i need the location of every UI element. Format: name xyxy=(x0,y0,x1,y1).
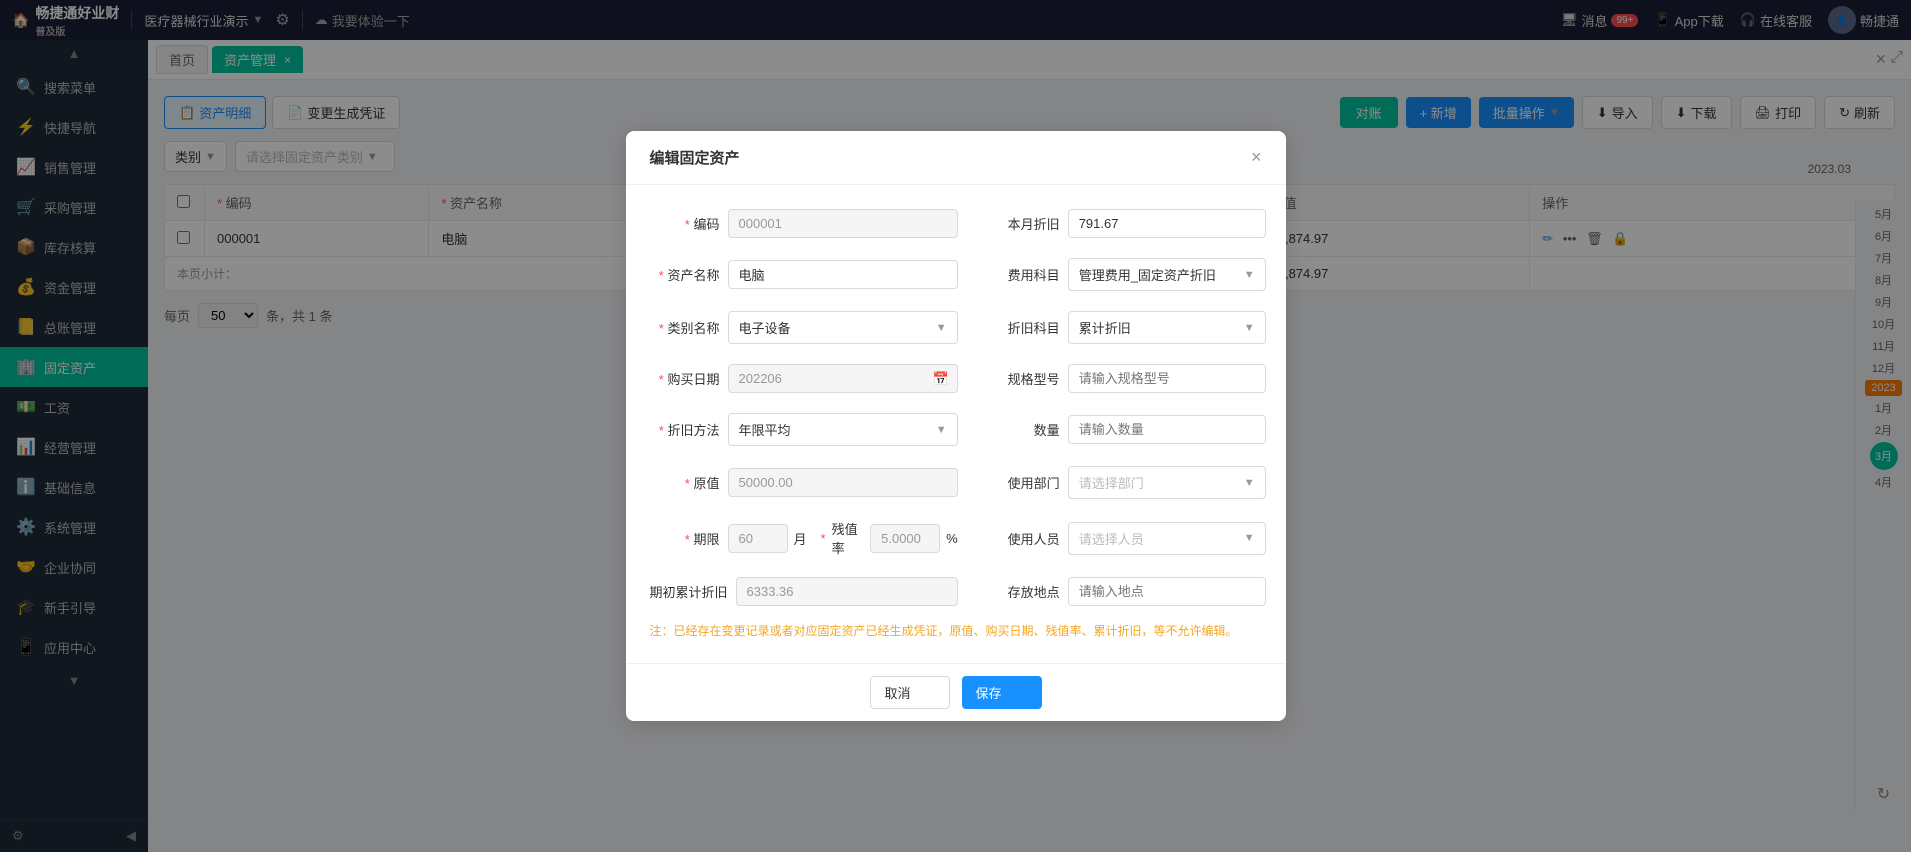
modal-title: 编辑固定资产 xyxy=(650,147,740,168)
form-item-purchase-date: * 购买日期 📅 xyxy=(650,364,958,393)
residual-rate-label: 残值率 xyxy=(832,519,865,557)
asset-name-label: * 资产名称 xyxy=(650,265,720,284)
form-item-expense-account: 费用科目 管理费用_固定资产折旧 ▼ xyxy=(990,258,1266,291)
purchase-date-label: * 购买日期 xyxy=(650,369,720,388)
asset-name-input[interactable] xyxy=(728,260,958,289)
form-item-accumulated-depreciation: 期初累计折旧 xyxy=(650,577,958,606)
period-label: * 期限 xyxy=(650,529,720,548)
expense-account-select[interactable]: 管理费用_固定资产折旧 ▼ xyxy=(1068,258,1266,291)
depreciation-account-label: 折旧科目 xyxy=(990,318,1060,337)
residual-rate-unit: % xyxy=(946,531,958,546)
user-select[interactable]: 请选择人员 ▼ xyxy=(1068,522,1266,555)
code-label: * 编码 xyxy=(650,214,720,233)
category-label: * 类别名称 xyxy=(650,318,720,337)
original-value-label: * 原值 xyxy=(650,473,720,492)
category-value: 电子设备 xyxy=(739,318,791,337)
department-select[interactable]: 请选择部门 ▼ xyxy=(1068,466,1266,499)
purchase-date-input[interactable] xyxy=(729,365,925,392)
calendar-icon[interactable]: 📅 xyxy=(925,371,957,387)
quantity-input[interactable] xyxy=(1068,415,1266,444)
category-chevron-icon: ▼ xyxy=(936,322,947,334)
period-group: 月 * 残值率 % xyxy=(728,519,958,557)
accumulated-depreciation-input[interactable] xyxy=(736,577,958,606)
modal-close-button[interactable]: × xyxy=(1251,147,1262,168)
form-item-original-value: * 原值 xyxy=(650,466,958,499)
form-item-quantity: 数量 xyxy=(990,413,1266,446)
storage-input[interactable] xyxy=(1068,577,1266,606)
modal-overlay: 编辑固定资产 × * 编码 本月折旧 xyxy=(0,0,1911,852)
code-input[interactable] xyxy=(728,209,958,238)
monthly-depreciation-input[interactable] xyxy=(1068,209,1266,238)
residual-rate-input[interactable] xyxy=(870,524,940,553)
accumulated-depreciation-label: 期初累计折旧 xyxy=(650,582,728,601)
modal-note: 注：已经存在变更记录或者对应固定资产已经生成凭证，原值、购买日期、残值率、累计折… xyxy=(650,622,1262,639)
cancel-button[interactable]: 取消 xyxy=(870,676,950,709)
form-item-spec-model: 规格型号 xyxy=(990,364,1266,393)
form-item-period: * 期限 月 * 残值率 % xyxy=(650,519,958,557)
save-button[interactable]: 保存 xyxy=(962,676,1042,709)
edit-asset-modal: 编辑固定资产 × * 编码 本月折旧 xyxy=(626,131,1286,721)
depreciation-account-chevron-icon: ▼ xyxy=(1244,322,1255,334)
user-placeholder: 请选择人员 xyxy=(1079,529,1144,548)
form-item-monthly-depreciation: 本月折旧 xyxy=(990,209,1266,238)
depreciation-account-value: 累计折旧 xyxy=(1079,318,1131,337)
purchase-date-wrap: 📅 xyxy=(728,364,958,393)
modal-form: * 编码 本月折旧 * 资产名称 费用科目 xyxy=(650,209,1262,606)
expense-account-chevron-icon: ▼ xyxy=(1244,269,1255,281)
spec-model-label: 规格型号 xyxy=(990,369,1060,388)
original-value-input[interactable] xyxy=(728,468,958,497)
user-label: 使用人员 xyxy=(990,529,1060,548)
department-placeholder: 请选择部门 xyxy=(1079,473,1144,492)
expense-account-value: 管理费用_固定资产折旧 xyxy=(1079,265,1216,284)
depreciation-method-value: 年限平均 xyxy=(739,420,791,439)
modal-header: 编辑固定资产 × xyxy=(626,131,1286,185)
category-select[interactable]: 电子设备 ▼ xyxy=(728,311,958,344)
modal-body: * 编码 本月折旧 * 资产名称 费用科目 xyxy=(626,185,1286,663)
user-chevron-icon: ▼ xyxy=(1244,532,1255,544)
depreciation-account-select[interactable]: 累计折旧 ▼ xyxy=(1068,311,1266,344)
quantity-label: 数量 xyxy=(990,420,1060,439)
form-item-category: * 类别名称 电子设备 ▼ xyxy=(650,311,958,344)
form-item-user: 使用人员 请选择人员 ▼ xyxy=(990,519,1266,557)
form-item-depreciation-account: 折旧科目 累计折旧 ▼ xyxy=(990,311,1266,344)
monthly-depreciation-label: 本月折旧 xyxy=(990,214,1060,233)
modal-footer: 取消 保存 xyxy=(626,663,1286,721)
form-item-storage: 存放地点 xyxy=(990,577,1266,606)
depreciation-method-label: * 折旧方法 xyxy=(650,420,720,439)
period-unit: 月 xyxy=(794,529,807,548)
depreciation-method-select[interactable]: 年限平均 ▼ xyxy=(728,413,958,446)
form-item-depreciation-method: * 折旧方法 年限平均 ▼ xyxy=(650,413,958,446)
period-input[interactable] xyxy=(728,524,788,553)
depreciation-method-chevron-icon: ▼ xyxy=(936,424,947,436)
form-item-department: 使用部门 请选择部门 ▼ xyxy=(990,466,1266,499)
form-item-code: * 编码 xyxy=(650,209,958,238)
department-label: 使用部门 xyxy=(990,473,1060,492)
expense-account-label: 费用科目 xyxy=(990,265,1060,284)
spec-model-input[interactable] xyxy=(1068,364,1266,393)
department-chevron-icon: ▼ xyxy=(1244,477,1255,489)
form-item-asset-name: * 资产名称 xyxy=(650,258,958,291)
storage-label: 存放地点 xyxy=(990,582,1060,601)
